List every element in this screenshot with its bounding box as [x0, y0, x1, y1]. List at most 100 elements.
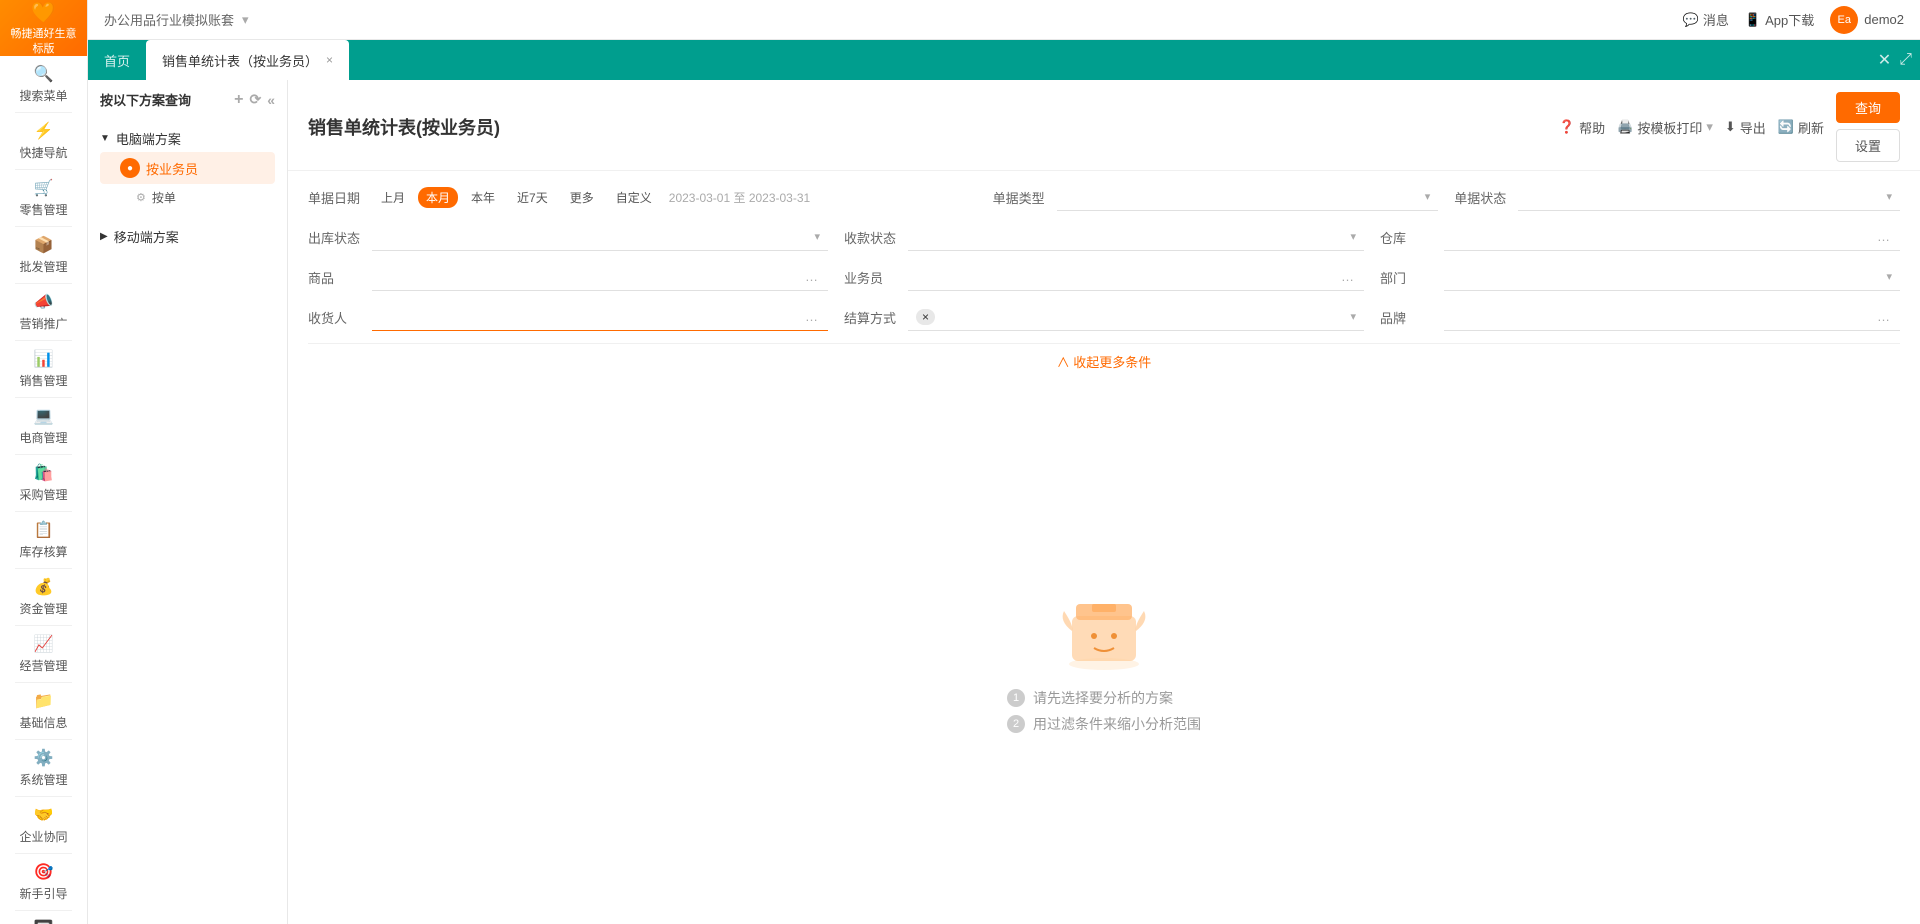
sidebar-label-0: 搜索菜单 [19, 87, 67, 104]
window-close-btn[interactable]: ✕ [1878, 50, 1891, 70]
warehouse-control[interactable]: … [1444, 223, 1900, 251]
refresh-icon: 🔄 [1778, 119, 1794, 135]
sidebar-label-12: 系统管理 [19, 771, 67, 788]
sidebar-label-4: 营销推广 [19, 315, 67, 332]
payment-method-label: 结算方式 [844, 308, 900, 327]
date-btn-this-month[interactable]: 本月 [418, 187, 458, 208]
sidebar-item-3[interactable]: 📦 批发管理 [15, 227, 71, 284]
sidebar-icon-3: 📦 [34, 235, 54, 255]
hint-num-1: 1 [1007, 689, 1025, 707]
sidebar-item-7[interactable]: 🛍️ 采购管理 [15, 455, 71, 512]
sidebar-item-2[interactable]: 🛒 零售管理 [15, 170, 71, 227]
content-area: 按以下方案查询 + ⟳ « ▼ 电脑端方案 ● 按业务员 ⚙ 按单 [88, 80, 1920, 924]
refresh-scheme-btn[interactable]: ⟳ [249, 91, 261, 108]
message-btn[interactable]: 💬 消息 [1683, 10, 1729, 29]
sidebar-item-12[interactable]: ⚙️ 系统管理 [15, 740, 71, 797]
salesperson-dots: … [1341, 269, 1356, 284]
scheme-group-mobile-title[interactable]: ▶ 移动端方案 [100, 223, 275, 250]
sidebar-item-4[interactable]: 📣 营销推广 [15, 284, 71, 341]
top-dropdown-icon[interactable]: ▾ [242, 12, 249, 28]
salesperson-label: 业务员 [844, 268, 900, 287]
brand-dots: … [1877, 309, 1892, 324]
brand-control[interactable]: … [1444, 303, 1900, 331]
tab-close-btn[interactable]: × [326, 53, 333, 67]
window-maximize-btn[interactable]: ⤢ [1899, 51, 1912, 69]
date-btn-more[interactable]: 更多 [561, 186, 603, 209]
sidebar-item-8[interactable]: 📋 库存核算 [15, 512, 71, 569]
receipt-status-control[interactable]: ▾ [908, 223, 1364, 251]
sidebar-icon-2: 🛒 [34, 178, 54, 198]
sidebar-icon-15: 🔲 [34, 919, 54, 924]
logo-area: 🧡 畅捷通好生意 标版 [0, 0, 87, 56]
topbar-left: 办公用品行业模拟账套 ▾ [104, 10, 249, 29]
filter-brand: 品牌 … [1380, 303, 1900, 331]
filter-dept: 部门 ▾ [1380, 263, 1900, 291]
sidebar-item-6[interactable]: 💻 电商管理 [15, 398, 71, 455]
empty-hint-1: 1 请先选择要分析的方案 [1007, 688, 1201, 708]
collapse-left-btn[interactable]: « [267, 92, 275, 108]
scheme-group-desktop-title[interactable]: ▼ 电脑端方案 [100, 125, 275, 152]
message-icon: 💬 [1683, 12, 1699, 28]
out-status-arrow: ▾ [814, 230, 820, 243]
date-btn-7days[interactable]: 近7天 [508, 186, 557, 209]
sidebar-item-13[interactable]: 🤝 企业协同 [15, 797, 71, 854]
scheme-item-by-salesperson[interactable]: ● 按业务员 [100, 152, 275, 184]
sidebar-item-9[interactable]: 💰 资金管理 [15, 569, 71, 626]
product-label: 商品 [308, 268, 364, 287]
filter-product: 商品 … [308, 263, 828, 291]
out-status-label: 出库状态 [308, 228, 364, 247]
print-btn[interactable]: 🖨️ 按模板打印 ▾ [1617, 118, 1713, 137]
out-status-control[interactable]: ▾ [372, 223, 828, 251]
filter-area: 单据日期 上月 本月 本年 近7天 更多 自定义 2023-03-01 至 20… [288, 171, 1920, 391]
left-panel-icons: + ⟳ « [234, 91, 275, 109]
scheme-group-desktop-label: 电脑端方案 [116, 129, 181, 148]
sidebar-icon-7: 🛍️ [34, 463, 54, 483]
doc-type-label: 单据类型 [993, 188, 1049, 207]
sidebar-item-11[interactable]: 📁 基础信息 [15, 683, 71, 740]
product-control[interactable]: … [372, 263, 828, 291]
sidebar-icon-4: 📣 [34, 292, 54, 312]
product-dots: … [805, 269, 820, 284]
date-btn-this-year[interactable]: 本年 [462, 186, 504, 209]
user-area[interactable]: Ea demo2 [1830, 6, 1904, 34]
scheme-item-by-order[interactable]: ⚙ 按单 [100, 184, 275, 211]
filter-out-status: 出库状态 ▾ [308, 223, 828, 251]
tab-sales-stats[interactable]: 销售单统计表（按业务员） × [146, 40, 349, 80]
sidebar-item-0[interactable]: 🔍 搜索菜单 [15, 56, 71, 113]
sidebar-item-1[interactable]: ⚡ 快捷导航 [15, 113, 71, 170]
payment-tag[interactable]: × [916, 309, 935, 325]
dept-control[interactable]: ▾ [1444, 263, 1900, 291]
topbar: 办公用品行业模拟账套 ▾ 💬 消息 📱 App下载 Ea demo2 [88, 0, 1920, 40]
logo-icon: 🧡 [11, 0, 77, 27]
sidebar-item-15[interactable]: 🔲 应用中心 [15, 911, 71, 924]
date-label: 单据日期 [308, 188, 364, 207]
sidebar-label-2: 零售管理 [19, 201, 67, 218]
app-download-label: App下载 [1765, 10, 1814, 29]
setting-button[interactable]: 设置 [1836, 129, 1900, 162]
doc-status-control[interactable]: ▾ [1518, 183, 1900, 211]
salesperson-control[interactable]: … [908, 263, 1364, 291]
consignee-control[interactable]: … [372, 303, 828, 331]
sidebar-item-14[interactable]: 🎯 新手引导 [15, 854, 71, 911]
export-btn[interactable]: ⬇ 导出 [1725, 118, 1766, 137]
sidebar-label-1: 快捷导航 [19, 144, 67, 161]
refresh-btn[interactable]: 🔄 刷新 [1778, 118, 1824, 137]
collapse-more-btn[interactable]: ∧ 收起更多条件 [308, 343, 1900, 379]
app-download-btn[interactable]: 📱 App下载 [1745, 10, 1814, 29]
doc-type-control[interactable]: ▾ [1057, 183, 1439, 211]
receipt-status-arrow: ▾ [1350, 230, 1356, 243]
date-btn-last-month[interactable]: 上月 [372, 186, 414, 209]
warehouse-label: 仓库 [1380, 228, 1436, 247]
help-btn[interactable]: ❓ 帮助 [1559, 118, 1605, 137]
sidebar-item-10[interactable]: 📈 经营管理 [15, 626, 71, 683]
date-btn-custom[interactable]: 自定义 [607, 186, 661, 209]
sidebar-item-5[interactable]: 📊 销售管理 [15, 341, 71, 398]
add-scheme-btn[interactable]: + [234, 91, 243, 109]
tab-home[interactable]: 首页 [88, 40, 146, 80]
payment-method-control[interactable]: × ▾ [908, 303, 1364, 331]
export-icon: ⬇ [1725, 119, 1736, 135]
filter-salesperson: 业务员 … [844, 263, 1364, 291]
empty-hints: 1 请先选择要分析的方案 2 用过滤条件来缩小分析范围 [1007, 688, 1201, 740]
sidebar-icon-11: 📁 [34, 691, 54, 711]
query-button[interactable]: 查询 [1836, 92, 1900, 123]
